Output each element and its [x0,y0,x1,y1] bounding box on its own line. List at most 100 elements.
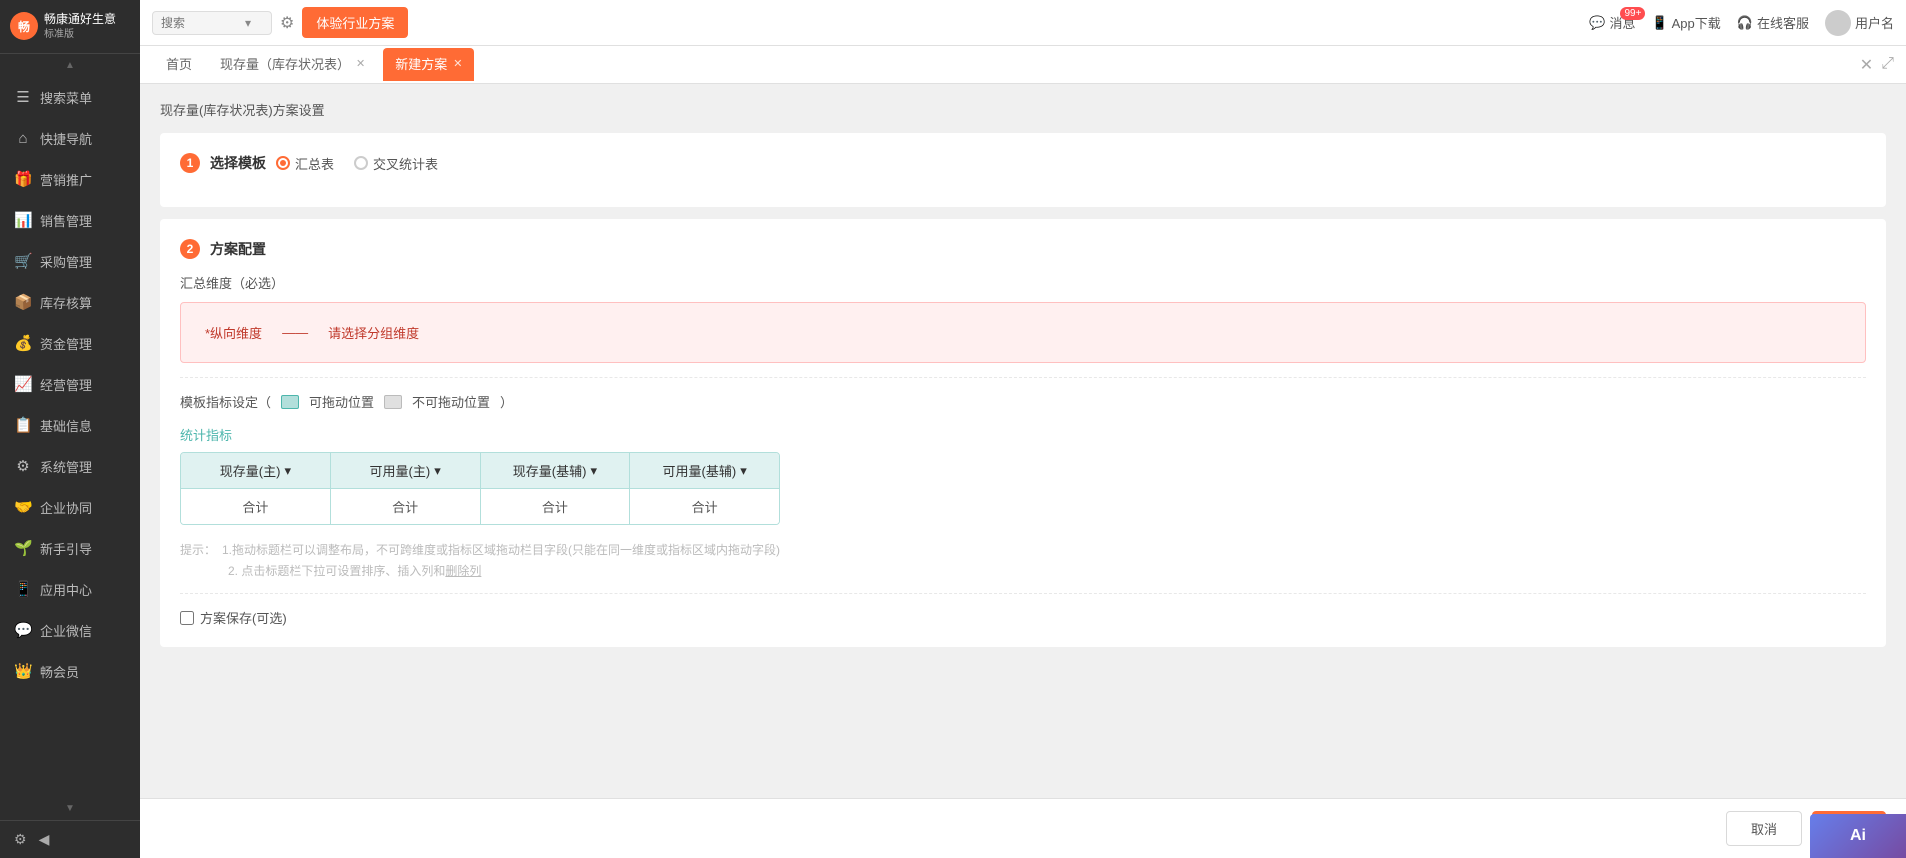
ai-label: Ai [1850,827,1866,845]
inventory-label: 库存核算 [40,293,92,312]
stats-cell-0-0: 合计 [181,489,331,524]
save-checkbox[interactable] [180,611,194,625]
dim-required-label: *纵向维度 [205,323,262,342]
stats-header-col-2[interactable]: 现存量(基辅) ▾ [481,453,631,488]
col2-dropdown-icon[interactable]: ▾ [590,463,597,479]
search-dropdown-icon[interactable]: ▾ [245,16,251,30]
sidebar-scroll-down[interactable]: ▼ [0,797,140,820]
template-radio-group: 汇总表 交叉统计表 [276,154,438,173]
col0-dropdown-icon[interactable]: ▾ [284,463,291,479]
sidebar-item-corp-agreement[interactable]: 🤝企业协同 [0,487,140,528]
draggable-indicator-box [281,395,299,409]
finance-label: 资金管理 [40,334,92,353]
hint-delete-link[interactable]: 删除列 [445,564,481,578]
online-service-label: 在线客服 [1757,13,1809,32]
page-title: 现存量(库存状况表)方案设置 [160,100,1886,119]
radio-summary[interactable]: 汇总表 [276,154,334,173]
stats-label: 统计指标 [180,425,1866,444]
cancel-button[interactable]: 取消 [1726,811,1802,846]
sidebar-item-marketing[interactable]: 🎁营销推广 [0,159,140,200]
sidebar-nav: ☰搜索菜单 ⌂ 快捷导航 🎁营销推广📊销售管理🛒采购管理 📦 库存核算 💰 资金管理 📈经营管理… [0,77,140,797]
online-service-button[interactable]: 🎧 在线客服 [1737,13,1809,32]
main-content: 现存量(库存状况表)方案设置 1 选择模板 汇总表 交叉统计表 [140,84,1906,798]
user-button[interactable]: 用户名 [1825,10,1894,36]
tab-inventory-close-icon[interactable]: ✕ [356,57,365,70]
app-name: 畅康通好生意 标准版 [44,12,116,41]
expand-panel-icon[interactable]: ⤢ [1881,55,1894,75]
tab-new-plan[interactable]: 新建方案 ✕ [383,48,474,81]
stats-header-col-3[interactable]: 可用量(基辅) ▾ [630,453,779,488]
quick-nav-label: 快捷导航 [40,129,92,148]
dim-placeholder-label[interactable]: 请选择分组维度 [328,323,419,342]
tab-inventory-status[interactable]: 现存量（库存状况表） ✕ [206,46,379,83]
step2-title: 方案配置 [210,239,266,259]
message-badge: 99+ [1620,7,1645,20]
sidebar-item-purchase-mgmt[interactable]: 🛒采购管理 [0,241,140,282]
save-label: 方案保存(可选) [200,608,287,627]
stats-header-col-0[interactable]: 现存量(主) ▾ [181,453,331,488]
non-draggable-label: 不可拖动位置 [412,392,490,411]
member-label: 畅会员 [40,662,79,681]
hint-1: 提示： 1.拖动标题栏可以调整布局，不可跨维度或指标区域拖动栏目字段(只能在同一… [180,541,1866,558]
radio-crosstab[interactable]: 交叉统计表 [354,154,438,173]
app-center-label: 应用中心 [40,580,92,599]
operations-label: 经营管理 [40,375,92,394]
col1-dropdown-icon[interactable]: ▾ [434,463,441,479]
member-icon: 👑 [14,662,32,680]
tab-home[interactable]: 首页 [152,46,206,83]
app-download-button[interactable]: 📱 App下载 [1651,13,1720,32]
tab-inventory-label: 现存量（库存状况表） [220,54,350,73]
stats-header-row: 现存量(主) ▾ 可用量(主) ▾ 现存量(基辅) ▾ 可用量(基辅) [181,453,779,488]
topbar: ▾ ⚙ 体验行业方案 💬 消息 99+ 📱 App下载 🎧 在线客服 用户名 [140,0,1906,46]
tab-new-plan-close-icon[interactable]: ✕ [453,57,462,70]
radio-crosstab-dot [354,156,368,170]
sidebar-item-base-info[interactable]: 📋基础信息 [0,405,140,446]
footer: 取消 查询 [140,798,1906,858]
radio-summary-dot [276,156,290,170]
corp-wechat-icon: 💬 [14,621,32,639]
draggable-label: 可拖动位置 [309,392,374,411]
app-download-label: App下载 [1672,13,1721,32]
avatar [1825,10,1851,36]
sidebar-item-app-center[interactable]: 📱应用中心 [0,569,140,610]
step1-num: 1 [180,153,200,173]
purchase-mgmt-label: 采购管理 [40,252,92,271]
search-input[interactable] [161,16,241,30]
sidebar-scroll-up[interactable]: ▲ [0,54,140,77]
sidebar-item-corp-wechat[interactable]: 💬企业微信 [0,610,140,651]
settings-icon[interactable]: ⚙ [14,831,27,848]
stats-table: 现存量(主) ▾ 可用量(主) ▾ 现存量(基辅) ▾ 可用量(基辅) [180,452,780,525]
topbar-search-box[interactable]: ▾ [152,11,272,35]
col3-dropdown-icon[interactable]: ▾ [740,463,747,479]
radio-crosstab-label: 交叉统计表 [373,154,438,173]
collapse-icon[interactable]: ◀ [39,831,50,848]
message-button[interactable]: 💬 消息 99+ [1589,13,1635,32]
stats-header-col-1[interactable]: 可用量(主) ▾ [331,453,481,488]
sidebar-item-operations[interactable]: 📈经营管理 [0,364,140,405]
quick-nav-icon: ⌂ [14,130,32,147]
marketing-label: 营销推广 [40,170,92,189]
divider2 [180,593,1866,594]
sidebar-item-system-mgmt[interactable]: ⚙系统管理 [0,446,140,487]
main-area: ▾ ⚙ 体验行业方案 💬 消息 99+ 📱 App下载 🎧 在线客服 用户名 [140,0,1906,858]
sales-mgmt-icon: 📊 [14,211,32,229]
inventory-icon: 📦 [14,293,32,311]
sidebar-item-search-menu[interactable]: ☰搜索菜单 [0,77,140,118]
hint-2: 2. 点击标题栏下拉可设置排序、插入列和删除列 [180,562,1866,579]
industry-plan-button[interactable]: 体验行业方案 [302,7,408,38]
sidebar-item-sales-mgmt[interactable]: 📊销售管理 [0,200,140,241]
finance-icon: 💰 [14,334,32,352]
search-menu-label: 搜索菜单 [40,88,92,107]
sidebar-item-finance[interactable]: 💰 资金管理 [0,323,140,364]
settings-gear-icon[interactable]: ⚙ [280,13,294,33]
stats-cell-0-2: 合计 [481,489,631,524]
ai-float-button[interactable]: Ai [1810,814,1906,858]
step1-header: 1 选择模板 汇总表 交叉统计表 [180,153,1866,173]
sidebar-item-new-guide[interactable]: 🌱新手引导 [0,528,140,569]
sidebar-item-inventory[interactable]: 📦 库存核算 [0,282,140,323]
close-panel-icon[interactable]: ✕ [1860,55,1873,75]
sidebar-item-quick-nav[interactable]: ⌂ 快捷导航 [0,118,140,159]
topbar-right: 💬 消息 99+ 📱 App下载 🎧 在线客服 用户名 [1589,10,1894,36]
template-config-end: ） [500,392,513,411]
sidebar-item-member[interactable]: 👑 畅会员 [0,651,140,692]
